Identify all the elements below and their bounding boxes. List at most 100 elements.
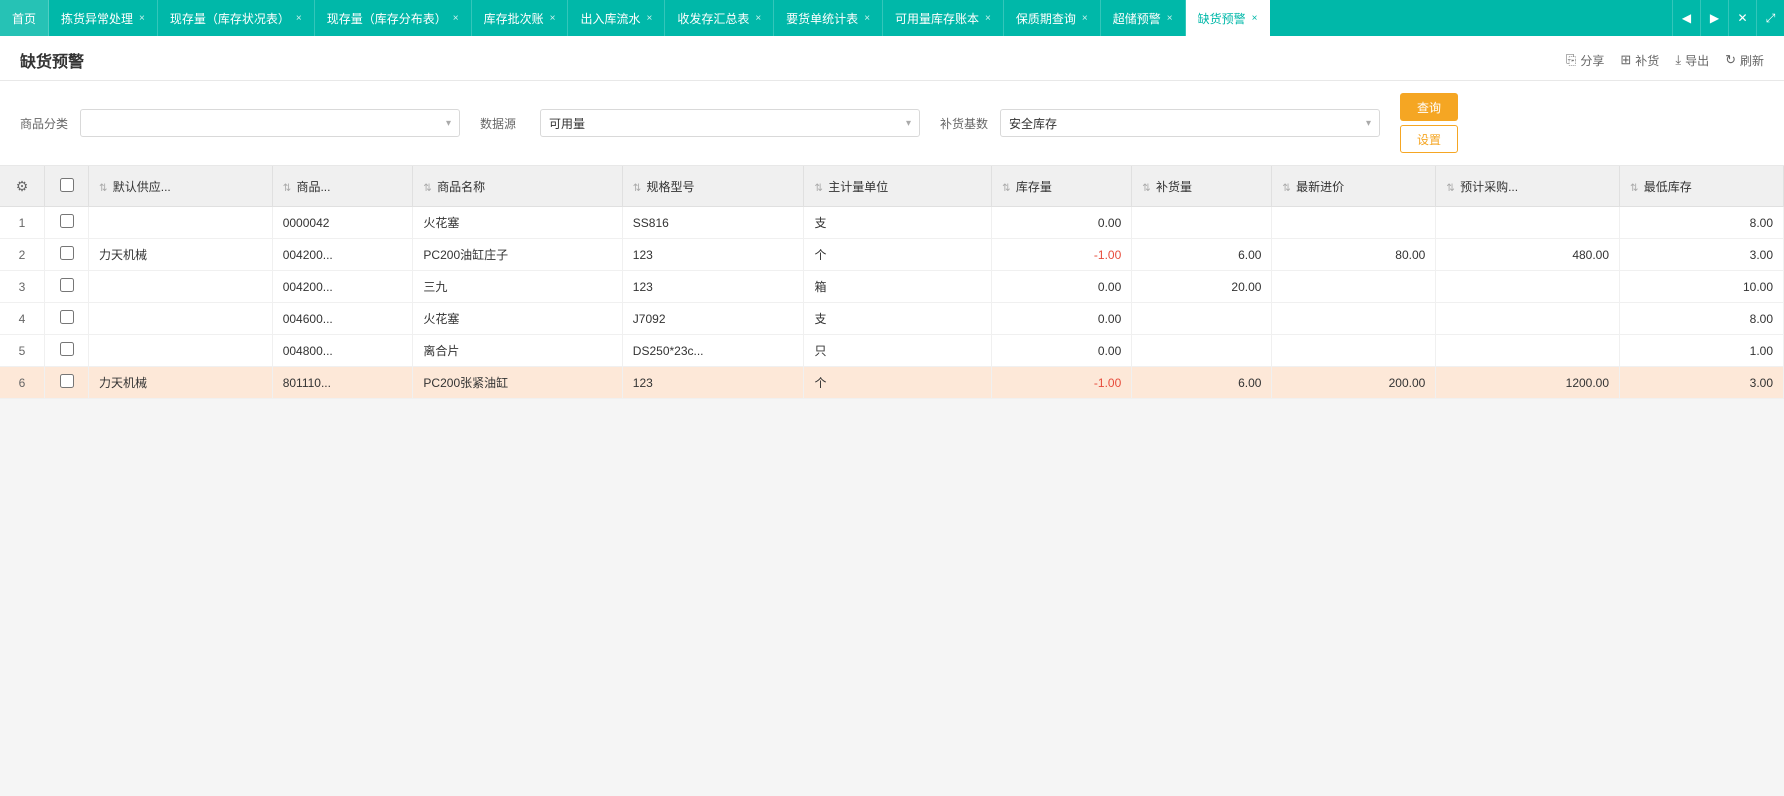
row-spec: 123 — [622, 239, 804, 271]
main-content: 缺货预警 ⎘ 分享 ⊞ 补货 ⤓ 导出 ↻ 刷新 商品分类 — [0, 36, 1784, 399]
table-header-row: ⚙ ⇅ 默认供应... ⇅ 商品... ⇅ 商品名称 — [0, 166, 1784, 207]
col-spec: ⇅ 规格型号 — [622, 166, 804, 207]
datasource-select[interactable]: 可用量 ▾ — [540, 109, 920, 137]
share-icon: ⎘ — [1566, 52, 1576, 68]
row-replenish-qty — [1132, 207, 1272, 239]
close-icon[interactable]: × — [646, 13, 652, 24]
row-no: 3 — [0, 271, 45, 303]
tab-label: 超储预警 — [1113, 10, 1161, 27]
export-icon: ⤓ — [1675, 52, 1681, 68]
row-replenish-qty — [1132, 335, 1272, 367]
share-button[interactable]: ⎘ 分享 — [1566, 52, 1604, 69]
row-checkbox-cell — [45, 207, 89, 239]
row-no: 1 — [0, 207, 45, 239]
col-name: ⇅ 商品名称 — [413, 166, 622, 207]
nav-tab-inventory-dist[interactable]: 现存量（库存分布表） × — [315, 0, 472, 36]
row-replenish-qty: 6.00 — [1132, 367, 1272, 399]
nav-close-button[interactable]: ✕ — [1728, 0, 1756, 36]
row-estimated-purchase: 480.00 — [1436, 239, 1620, 271]
row-min-stock: 8.00 — [1620, 303, 1784, 335]
row-latest-price — [1272, 335, 1436, 367]
nav-next-button[interactable]: ▶ — [1700, 0, 1728, 36]
row-estimated-purchase — [1436, 271, 1620, 303]
row-unit: 个 — [804, 239, 992, 271]
sort-icon: ⇅ — [1002, 183, 1010, 194]
row-spec: DS250*23c... — [622, 335, 804, 367]
close-icon[interactable]: × — [139, 13, 145, 24]
row-stock: 0.00 — [992, 335, 1132, 367]
row-no: 6 — [0, 367, 45, 399]
row-supplier — [89, 207, 273, 239]
row-checkbox[interactable] — [60, 310, 74, 324]
nav-tab-inventory-status[interactable]: 现存量（库存状况表） × — [158, 0, 315, 36]
close-icon[interactable]: × — [1167, 13, 1173, 24]
nav-tab-available[interactable]: 可用量库存账本 × — [883, 0, 1004, 36]
nav-tab-collection[interactable]: 收发存汇总表 × — [665, 0, 774, 36]
header-checkbox[interactable] — [60, 178, 74, 192]
tab-label: 收发存汇总表 — [677, 10, 749, 27]
row-checkbox-cell — [45, 335, 89, 367]
row-spec: SS816 — [622, 207, 804, 239]
sort-icon: ⇅ — [99, 183, 107, 194]
table-row: 6 力天机械 801110... PC200张紧油缸 123 个 -1.00 6… — [0, 367, 1784, 399]
table-row: 5 004800... 离合片 DS250*23c... 只 0.00 1.00 — [0, 335, 1784, 367]
export-button[interactable]: ⤓ 导出 — [1675, 52, 1709, 69]
row-replenish-qty: 6.00 — [1132, 239, 1272, 271]
refresh-button[interactable]: ↻ 刷新 — [1725, 52, 1764, 69]
nav-tab-shortage[interactable]: 缺货预警 × — [1186, 0, 1271, 36]
gear-icon[interactable]: ⚙ — [10, 174, 34, 198]
nav-prev-button[interactable]: ◀ — [1672, 0, 1700, 36]
nav-maximize-button[interactable]: ⤢ — [1756, 0, 1784, 36]
data-table: ⚙ ⇅ 默认供应... ⇅ 商品... ⇅ 商品名称 — [0, 166, 1784, 399]
tab-label: 库存批次账 — [484, 10, 544, 27]
close-icon[interactable]: × — [864, 13, 870, 24]
nav-tab-inout-flow[interactable]: 出入库流水 × — [568, 0, 665, 36]
row-checkbox-cell — [45, 303, 89, 335]
replenish-basis-value: 安全库存 — [1009, 115, 1057, 132]
query-button[interactable]: 查询 — [1400, 93, 1458, 121]
row-spec: 123 — [622, 271, 804, 303]
close-icon[interactable]: × — [550, 13, 556, 24]
row-stock: 0.00 — [992, 303, 1132, 335]
tab-label: 缺货预警 — [1198, 10, 1246, 27]
row-name: 火花塞 — [413, 303, 622, 335]
nav-tab-home[interactable]: 首页 — [0, 0, 49, 36]
col-estimated-purchase: ⇅ 预计采购... — [1436, 166, 1620, 207]
tab-label: 现存量（库存分布表） — [327, 10, 447, 27]
row-stock: 0.00 — [992, 207, 1132, 239]
nav-tab-expiry[interactable]: 保质期查询 × — [1004, 0, 1101, 36]
nav-tab-batch-account[interactable]: 库存批次账 × — [472, 0, 569, 36]
row-checkbox[interactable] — [60, 342, 74, 356]
settings-button[interactable]: 设置 — [1400, 125, 1458, 153]
table-row: 3 004200... 三九 123 箱 0.00 20.00 10.00 — [0, 271, 1784, 303]
close-icon[interactable]: × — [755, 13, 761, 24]
replenish-basis-label: 补货基数 — [940, 115, 992, 132]
row-stock: 0.00 — [992, 271, 1132, 303]
nav-tab-abnormal[interactable]: 拣货异常处理 × — [49, 0, 158, 36]
row-checkbox[interactable] — [60, 246, 74, 260]
close-icon[interactable]: × — [1252, 13, 1258, 24]
table-row: 1 0000042 火花塞 SS816 支 0.00 8.00 — [0, 207, 1784, 239]
row-name: 三九 — [413, 271, 622, 303]
close-icon[interactable]: × — [453, 13, 459, 24]
header-actions: ⎘ 分享 ⊞ 补货 ⤓ 导出 ↻ 刷新 — [1566, 52, 1764, 69]
row-min-stock: 3.00 — [1620, 239, 1784, 271]
close-icon[interactable]: × — [1082, 13, 1088, 24]
row-code: 004600... — [272, 303, 413, 335]
replenish-basis-select[interactable]: 安全库存 ▾ — [1000, 109, 1380, 137]
nav-tab-order-stat[interactable]: 要货单统计表 × — [774, 0, 883, 36]
col-code: ⇅ 商品... — [272, 166, 413, 207]
col-supplier: ⇅ 默认供应... — [89, 166, 273, 207]
row-unit: 支 — [804, 303, 992, 335]
nav-tab-overstock[interactable]: 超储预警 × — [1101, 0, 1186, 36]
replenish-button[interactable]: ⊞ 补货 — [1620, 52, 1659, 69]
category-select[interactable]: ▾ — [80, 109, 460, 137]
row-checkbox[interactable] — [60, 214, 74, 228]
share-label: 分享 — [1580, 52, 1604, 69]
close-icon[interactable]: × — [296, 13, 302, 24]
close-icon[interactable]: × — [985, 13, 991, 24]
row-checkbox[interactable] — [60, 374, 74, 388]
row-checkbox[interactable] — [60, 278, 74, 292]
row-no: 4 — [0, 303, 45, 335]
datasource-label: 数据源 — [480, 115, 532, 132]
